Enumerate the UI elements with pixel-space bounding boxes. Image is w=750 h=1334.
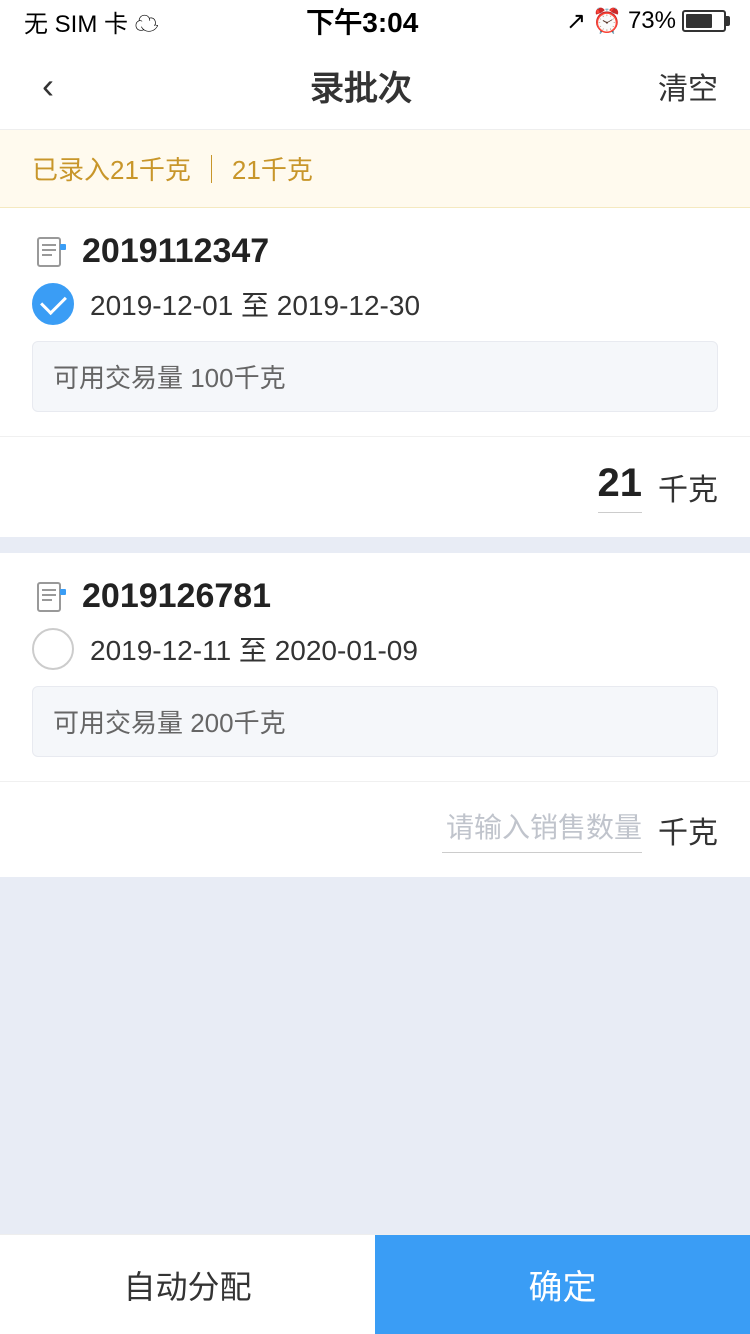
batch-date-row-1[interactable]: 2019-12-01 至 2019-12-30	[32, 283, 718, 325]
radio-1[interactable]	[32, 283, 74, 325]
status-time: 下午3:04	[306, 1, 418, 41]
batch-availability-1: 可用交易量 100千克	[32, 341, 718, 412]
back-button[interactable]: ‹	[32, 55, 64, 117]
batch-availability-2: 可用交易量 200千克	[32, 686, 718, 757]
page-title: 录批次	[310, 61, 412, 110]
quantity-value-1: 21	[598, 461, 643, 505]
input-unit-2: 千克	[658, 808, 718, 852]
batch-header-2: 2019126781	[32, 577, 718, 616]
section-divider	[0, 537, 750, 553]
batch-date-1: 2019-12-01 至 2019-12-30	[90, 284, 420, 324]
location-icon: ↗	[566, 7, 586, 36]
batch-doc-icon-2	[32, 579, 72, 615]
batch-item-2: 2019126781 2019-12-11 至 2020-01-09 可用交易量…	[0, 553, 750, 781]
status-left: 无 SIM 卡 ☁	[24, 4, 159, 39]
quantity-placeholder-2: 请输入销售数量	[446, 812, 642, 843]
radio-2[interactable]	[32, 628, 74, 670]
quantity-row-1: 21 千克	[0, 436, 750, 537]
status-right: ↗ ⏰ 73%	[566, 7, 726, 36]
sim-label: 无 SIM 卡 ☁	[24, 4, 159, 39]
batch-date-row-2[interactable]: 2019-12-11 至 2020-01-09	[32, 628, 718, 670]
summary-banner: 已录入21千克 21千克	[0, 130, 750, 208]
clear-button[interactable]: 清空	[658, 64, 718, 108]
status-bar: 无 SIM 卡 ☁ 下午3:04 ↗ ⏰ 73%	[0, 0, 750, 42]
quantity-input-wrapper-2[interactable]: 请输入销售数量	[442, 806, 642, 853]
quantity-display-1[interactable]: 21	[598, 461, 643, 513]
batch-doc-icon-1	[32, 234, 72, 270]
summary-total: 21千克	[232, 150, 313, 187]
auto-distribute-button[interactable]: 自动分配	[0, 1235, 375, 1334]
alarm-icon: ⏰	[592, 7, 622, 36]
empty-space	[0, 877, 750, 1234]
summary-divider	[211, 155, 212, 183]
batch-date-2: 2019-12-11 至 2020-01-09	[90, 629, 418, 669]
batch-header-1: 2019112347	[32, 232, 718, 271]
input-row-2: 请输入销售数量 千克	[0, 781, 750, 877]
confirm-button[interactable]: 确定	[375, 1235, 750, 1334]
bottom-bar: 自动分配 确定	[0, 1234, 750, 1334]
batch-id-2: 2019126781	[82, 577, 271, 616]
nav-bar: ‹ 录批次 清空	[0, 42, 750, 130]
batch-item-1: 2019112347 2019-12-01 至 2019-12-30 可用交易量…	[0, 208, 750, 436]
batch-id-1: 2019112347	[82, 232, 269, 271]
quantity-unit-1: 千克	[658, 465, 718, 509]
battery-icon	[682, 10, 726, 32]
content-area: 已录入21千克 21千克 2019112347 2019-12-01 至 201…	[0, 130, 750, 1234]
recorded-label: 已录入21千克	[32, 150, 191, 187]
battery-percent: 73%	[628, 7, 676, 35]
